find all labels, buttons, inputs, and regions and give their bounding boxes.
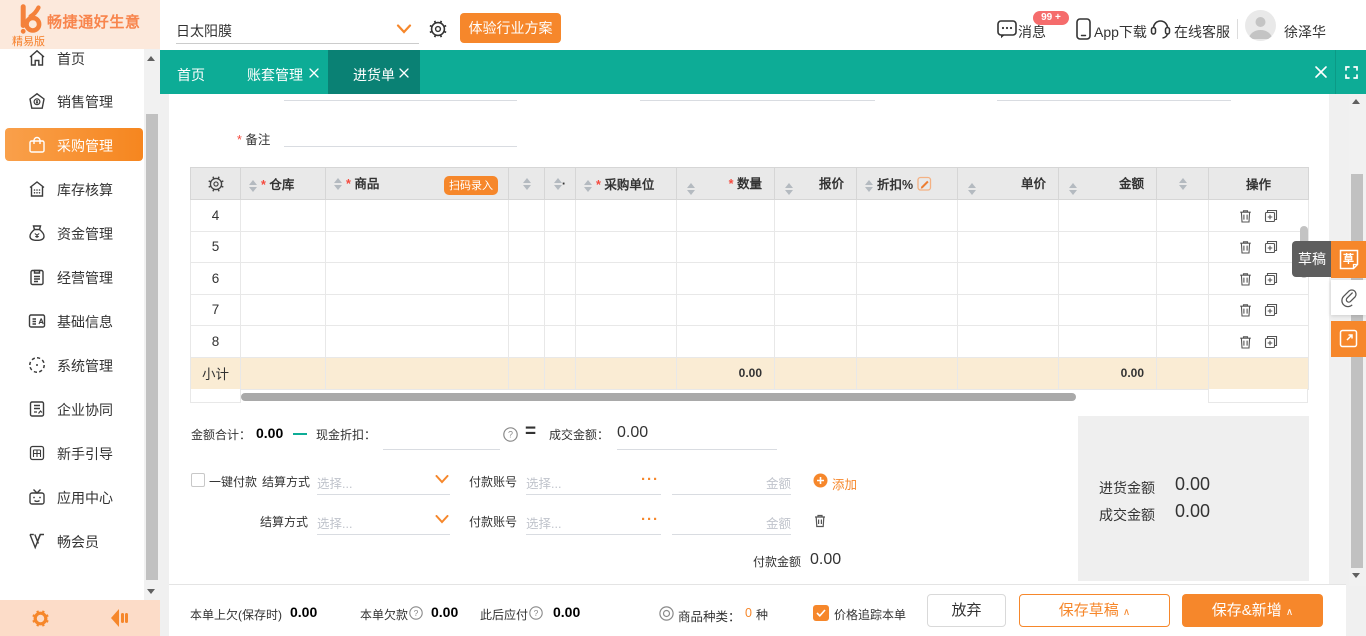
svg-text:?: ? — [534, 608, 539, 618]
svg-text:草: 草 — [1343, 252, 1354, 266]
svg-text:?: ? — [414, 608, 419, 618]
svg-text:?: ? — [508, 430, 513, 440]
